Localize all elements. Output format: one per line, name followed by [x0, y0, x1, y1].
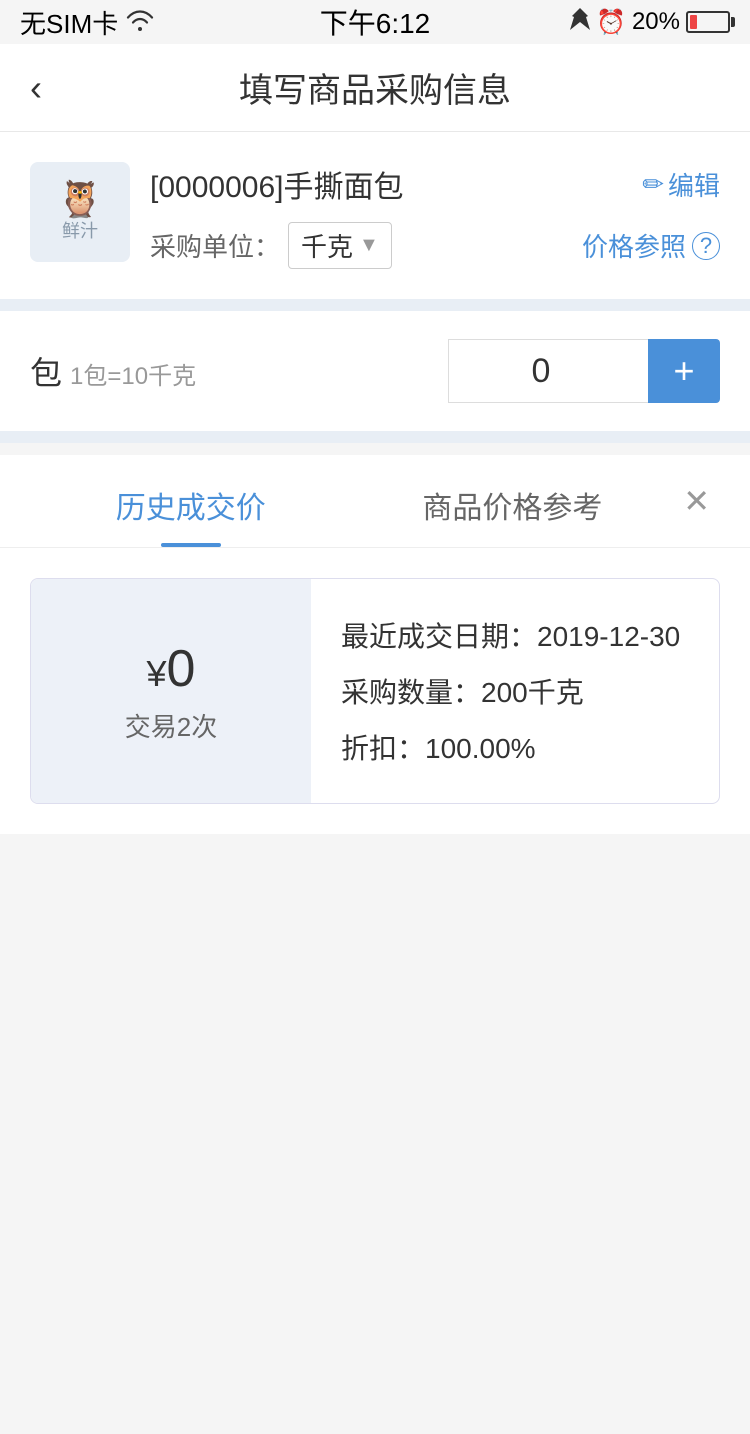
product-unit-row: 采购单位： 千克 ▼ 价格参照 ? — [150, 222, 720, 269]
product-logo-icon: 🦉 — [58, 181, 103, 217]
edit-icon: ✏ — [642, 169, 664, 200]
discount-row: 折扣：100.00% — [341, 727, 689, 767]
nav-bar: ‹ 填写商品采购信息 — [0, 44, 750, 132]
product-logo-label: 鲜汁 — [62, 217, 98, 243]
section-divider — [0, 299, 750, 311]
tab-history-label: 历史成交价 — [116, 492, 266, 525]
status-right: ⏰ 20% — [570, 8, 730, 37]
product-info: [0000006]手撕面包 ✏ 编辑 采购单位： 千克 ▼ 价格参照 ? — [150, 162, 720, 269]
price-reference-button[interactable]: 价格参照 ? — [582, 227, 720, 264]
price-ref-label: 价格参照 — [582, 227, 686, 264]
history-content: ¥0 交易2次 最近成交日期：2019-12-30 采购数量：200千克 折扣：… — [0, 548, 750, 834]
qty-detail-label: 采购数量： — [341, 677, 481, 708]
unit-dropdown-icon: ▼ — [359, 234, 379, 257]
discount-value: 100.00% — [425, 733, 536, 764]
quantity-divider — [0, 431, 750, 443]
tabs-header: 历史成交价 商品价格参考 ✕ — [0, 455, 750, 548]
edit-button[interactable]: ✏ 编辑 — [642, 166, 720, 203]
product-image: 🦉 鲜汁 — [30, 162, 130, 262]
tab-product-price-label: 商品价格参考 — [422, 492, 602, 525]
product-name: [0000006]手撕面包 — [150, 162, 403, 206]
status-bar: 无SIM卡 下午6:12 ⏰ 20% — [0, 0, 750, 44]
unit-value: 千克 — [301, 227, 353, 264]
yen-symbol: ¥ — [147, 653, 167, 694]
status-time: 下午6:12 — [320, 2, 431, 42]
question-icon: ? — [692, 232, 720, 260]
discount-label: 折扣： — [341, 733, 425, 764]
quantity-plus-button[interactable]: + — [648, 339, 720, 403]
status-left: 无SIM卡 — [20, 4, 154, 41]
quantity-row: 包 1包=10千克 + — [0, 311, 750, 431]
quantity-unit: 包 — [30, 348, 62, 394]
purchase-qty-row: 采购数量：200千克 — [341, 671, 689, 711]
page-title: 填写商品采购信息 — [90, 63, 660, 112]
product-card: 🦉 鲜汁 [0000006]手撕面包 ✏ 编辑 采购单位： 千克 ▼ 价格参照 … — [0, 132, 750, 299]
product-header: [0000006]手撕面包 ✏ 编辑 — [150, 162, 720, 206]
qty-detail-value: 200千克 — [481, 677, 584, 708]
latest-date-label: 最近成交日期： — [341, 621, 537, 652]
tab-history-price[interactable]: 历史成交价 — [30, 455, 352, 547]
main-content-area — [0, 834, 750, 1434]
location-icon — [570, 8, 590, 37]
wifi-icon — [126, 7, 154, 38]
history-price-value: ¥0 — [147, 639, 196, 699]
unit-select[interactable]: 千克 ▼ — [288, 222, 392, 269]
unit-label-text: 采购单位： — [150, 227, 280, 264]
tab-close-button[interactable]: ✕ — [673, 472, 720, 530]
back-button[interactable]: ‹ — [30, 67, 90, 109]
history-trades-count: 交易2次 — [125, 707, 217, 744]
alarm-icon: ⏰ — [596, 8, 626, 37]
tab-product-price-ref[interactable]: 商品价格参考 — [352, 455, 674, 547]
no-sim-text: 无SIM卡 — [20, 4, 118, 41]
price-number: 0 — [167, 640, 196, 698]
battery-icon — [686, 11, 730, 33]
tabs-panel: 历史成交价 商品价格参考 ✕ ¥0 交易2次 最近成交日期：2019-12-30… — [0, 455, 750, 834]
history-details-panel: 最近成交日期：2019-12-30 采购数量：200千克 折扣：100.00% — [311, 579, 719, 803]
edit-label: 编辑 — [668, 166, 720, 203]
battery-pct: 20% — [632, 8, 680, 36]
history-price-panel: ¥0 交易2次 — [31, 579, 311, 803]
quantity-input-group: + — [448, 339, 720, 403]
quantity-conversion: 1包=10千克 — [70, 356, 196, 391]
history-card: ¥0 交易2次 最近成交日期：2019-12-30 采购数量：200千克 折扣：… — [30, 578, 720, 804]
quantity-label: 包 1包=10千克 — [30, 348, 196, 394]
quantity-input[interactable] — [448, 339, 648, 403]
latest-date-value: 2019-12-30 — [537, 621, 680, 652]
latest-date-row: 最近成交日期：2019-12-30 — [341, 615, 689, 655]
plus-icon: + — [673, 350, 694, 392]
